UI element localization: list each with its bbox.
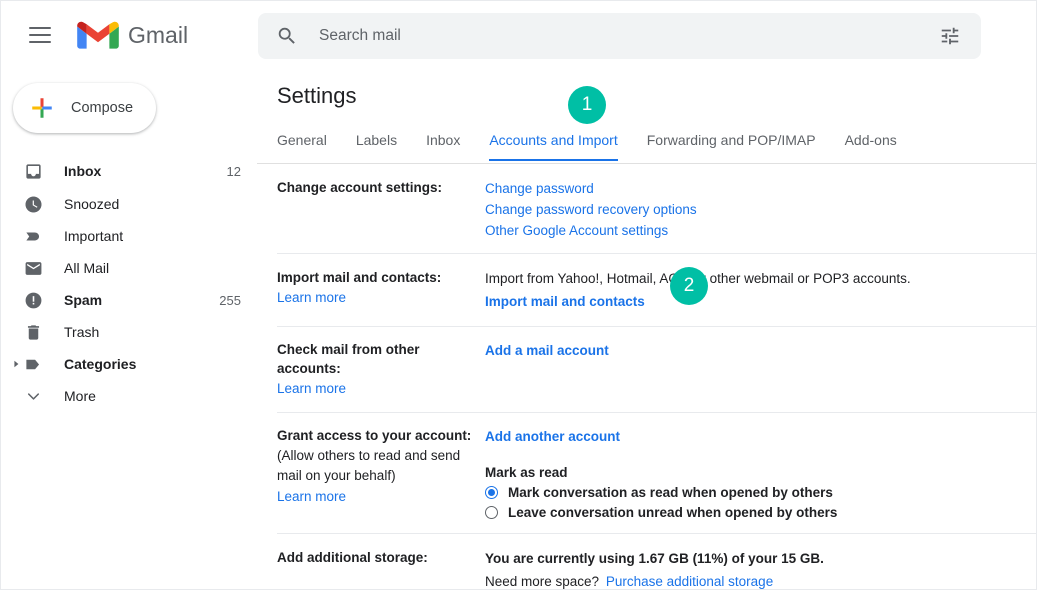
row-body: Change password Change password recovery… bbox=[485, 178, 1036, 241]
radio-button[interactable] bbox=[485, 486, 498, 499]
storage-usage-text: You are currently using 1.67 GB (11%) of… bbox=[485, 548, 1036, 569]
grant-access-note: (Allow others to read and send mail on y… bbox=[277, 446, 475, 486]
sidebar-item-all-mail[interactable]: All Mail bbox=[1, 252, 257, 284]
hamburger-menu-icon[interactable] bbox=[16, 11, 64, 59]
row-label: Change account settings: bbox=[277, 178, 485, 241]
row-change-account-settings: Change account settings: Change password… bbox=[277, 164, 1036, 254]
row-add-additional-storage: Add additional storage: You are currentl… bbox=[277, 534, 1036, 590]
sidebar-item-label: Important bbox=[64, 228, 241, 244]
label-tag-icon bbox=[23, 354, 43, 374]
row-body: Add another account Mark as read Mark co… bbox=[485, 426, 1036, 520]
radio-label: Leave conversation unread when opened by… bbox=[508, 505, 837, 520]
row-label-text: Check mail from other accounts: bbox=[277, 340, 475, 378]
radio-mark-conversation-as-read[interactable]: Mark conversation as read when opened by… bbox=[485, 485, 1036, 500]
sidebar-item-label: Categories bbox=[64, 356, 241, 372]
change-password-recovery-link[interactable]: Change password recovery options bbox=[485, 199, 697, 220]
chevron-down-icon bbox=[23, 386, 43, 406]
row-body: Import from Yahoo!, Hotmail, AOL, or oth… bbox=[485, 268, 1036, 312]
sidebar-item-label: Snoozed bbox=[64, 196, 241, 212]
other-google-account-settings-link[interactable]: Other Google Account settings bbox=[485, 220, 668, 241]
purchase-additional-storage-link[interactable]: Purchase additional storage bbox=[606, 571, 773, 590]
row-check-mail-other-accounts: Check mail from other accounts: Learn mo… bbox=[277, 327, 1036, 413]
sidebar-nav-list: Inbox 12 Snoozed Important bbox=[1, 154, 257, 412]
search-input[interactable] bbox=[319, 27, 939, 45]
tab-forwarding-pop-imap[interactable]: Forwarding and POP/IMAP bbox=[647, 128, 816, 161]
row-grant-access: Grant access to your account: (Allow oth… bbox=[277, 413, 1036, 534]
sidebar-item-count: 255 bbox=[219, 293, 241, 308]
settings-main: Settings General Labels Inbox Accounts a… bbox=[257, 69, 1037, 590]
tune-filter-icon[interactable] bbox=[939, 25, 961, 47]
step-badge-2: 2 bbox=[670, 267, 708, 305]
import-description: Import from Yahoo!, Hotmail, AOL, or oth… bbox=[485, 268, 1036, 289]
sidebar-item-label: All Mail bbox=[64, 260, 241, 276]
row-import-mail-contacts: Import mail and contacts: Learn more Imp… bbox=[277, 254, 1036, 327]
compose-button[interactable]: Compose bbox=[13, 83, 156, 133]
plus-icon bbox=[29, 95, 55, 121]
radio-label: Mark conversation as read when opened by… bbox=[508, 485, 833, 500]
inbox-icon bbox=[23, 161, 43, 181]
page-title: Settings bbox=[257, 69, 1037, 109]
row-label-text: Change account settings: bbox=[277, 178, 475, 197]
need-more-space-text: Need more space? bbox=[485, 574, 599, 589]
tab-labels[interactable]: Labels bbox=[356, 128, 397, 161]
sidebar-item-label: Trash bbox=[64, 324, 241, 340]
row-label: Check mail from other accounts: Learn mo… bbox=[277, 340, 485, 398]
sidebar-item-snoozed[interactable]: Snoozed bbox=[1, 188, 257, 220]
row-label-text: Grant access to your account: bbox=[277, 426, 475, 445]
gmail-m-logo bbox=[77, 19, 119, 51]
row-label: Add additional storage: bbox=[277, 548, 485, 590]
tab-add-ons[interactable]: Add-ons bbox=[845, 128, 897, 161]
sidebar-item-categories[interactable]: Categories bbox=[1, 348, 257, 380]
sidebar-item-more[interactable]: More bbox=[1, 380, 257, 412]
trash-icon bbox=[23, 322, 43, 342]
important-icon bbox=[23, 226, 43, 246]
import-mail-and-contacts-link[interactable]: Import mail and contacts bbox=[485, 291, 645, 312]
row-label-text: Add additional storage: bbox=[277, 548, 475, 567]
clock-icon bbox=[23, 194, 43, 214]
gmail-brand[interactable]: Gmail bbox=[77, 19, 188, 51]
tab-general[interactable]: General bbox=[277, 128, 327, 161]
row-label-text: Import mail and contacts: bbox=[277, 268, 475, 287]
compose-label: Compose bbox=[71, 100, 133, 116]
learn-more-link[interactable]: Learn more bbox=[277, 381, 346, 396]
expand-triangle-icon[interactable] bbox=[9, 360, 23, 368]
spam-icon bbox=[23, 290, 43, 310]
row-label: Grant access to your account: (Allow oth… bbox=[277, 426, 485, 520]
radio-button[interactable] bbox=[485, 506, 498, 519]
sidebar-item-label: Inbox bbox=[64, 163, 227, 179]
mark-as-read-title: Mark as read bbox=[485, 465, 1036, 480]
settings-tabs: General Labels Inbox Accounts and Import… bbox=[257, 128, 1037, 164]
row-body: Add a mail account bbox=[485, 340, 1036, 398]
search-bar[interactable] bbox=[258, 13, 981, 59]
tab-accounts-and-import[interactable]: Accounts and Import bbox=[489, 128, 617, 161]
gmail-settings-window: Gmail Compose bbox=[0, 0, 1037, 590]
sidebar-item-inbox[interactable]: Inbox 12 bbox=[1, 154, 257, 188]
learn-more-link[interactable]: Learn more bbox=[277, 489, 346, 504]
add-a-mail-account-link[interactable]: Add a mail account bbox=[485, 340, 609, 361]
row-body: You are currently using 1.67 GB (11%) of… bbox=[485, 548, 1036, 590]
row-label: Import mail and contacts: Learn more bbox=[277, 268, 485, 312]
top-bar: Gmail bbox=[1, 1, 1037, 69]
sidebar-item-important[interactable]: Important bbox=[1, 220, 257, 252]
sidebar-item-label: Spam bbox=[64, 292, 219, 308]
sidebar-item-count: 12 bbox=[227, 164, 241, 179]
envelope-icon bbox=[23, 258, 43, 278]
settings-rows: Change account settings: Change password… bbox=[257, 164, 1037, 590]
tab-inbox[interactable]: Inbox bbox=[426, 128, 460, 161]
radio-leave-conversation-unread[interactable]: Leave conversation unread when opened by… bbox=[485, 505, 1036, 520]
sidebar: Compose Inbox 12 Snoozed bbox=[1, 69, 257, 590]
brand-name: Gmail bbox=[128, 22, 188, 49]
learn-more-link[interactable]: Learn more bbox=[277, 290, 346, 305]
change-password-link[interactable]: Change password bbox=[485, 178, 594, 199]
step-badge-1: 1 bbox=[568, 86, 606, 124]
sidebar-item-label: More bbox=[64, 388, 241, 404]
sidebar-item-spam[interactable]: Spam 255 bbox=[1, 284, 257, 316]
search-icon bbox=[276, 25, 298, 47]
sidebar-item-trash[interactable]: Trash bbox=[1, 316, 257, 348]
add-another-account-link[interactable]: Add another account bbox=[485, 426, 620, 447]
